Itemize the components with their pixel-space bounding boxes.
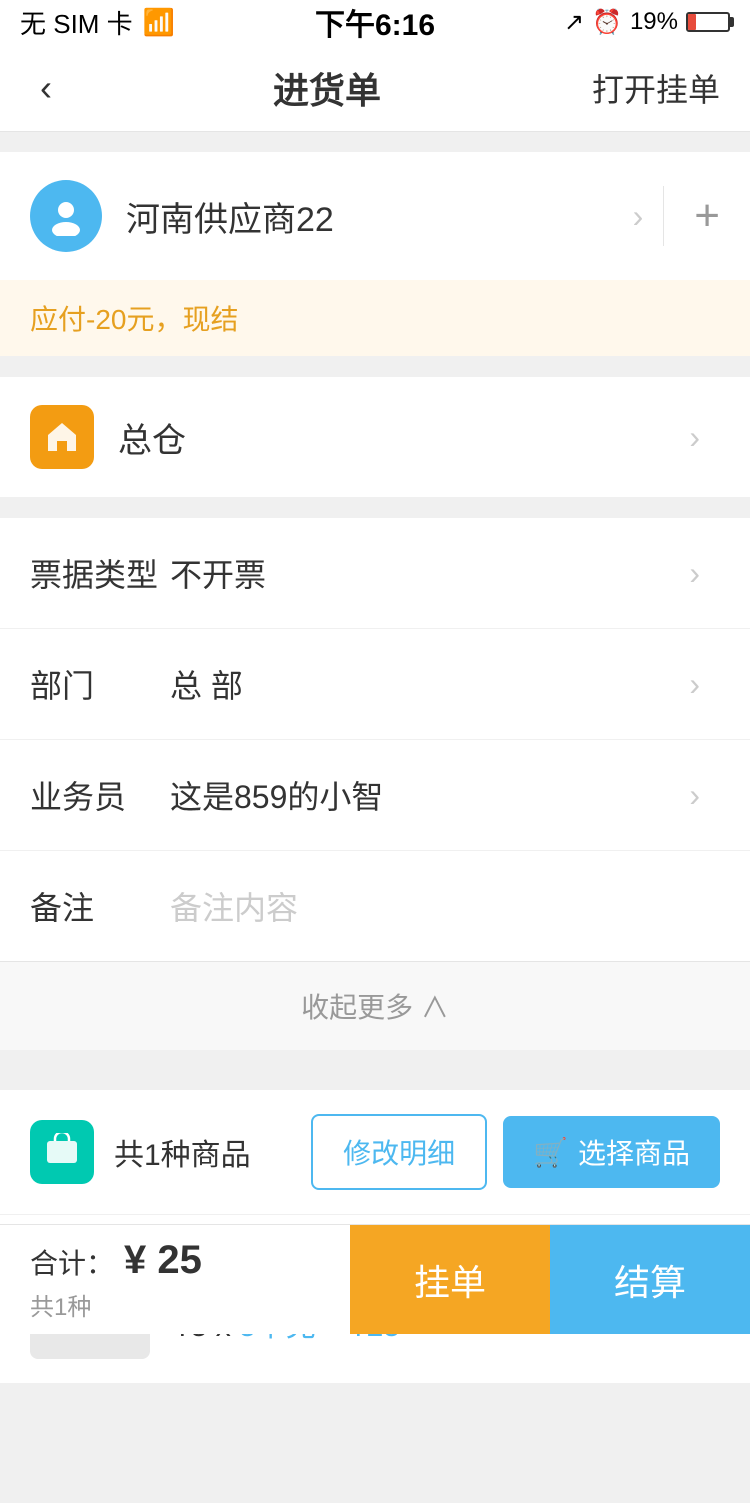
open-hold-button[interactable]: 打开挂单 [592,65,720,111]
bottom-bar: 合计： ¥ 25 共1种 挂单 结算 [0,1224,750,1334]
vertical-divider [663,186,664,246]
hold-button[interactable]: 挂单 [350,1225,550,1334]
bottom-spacer [0,1383,750,1503]
warehouse-chevron-icon: › [689,419,700,456]
supplier-avatar [30,180,102,252]
supplier-name: 河南供应商22 [126,192,633,241]
section-divider-2 [0,356,750,376]
invoice-value: 不开票 [170,550,689,596]
total-sub: 共1种 [30,1287,320,1322]
remark-label: 备注 [30,883,170,929]
total-amount: ¥ 25 [124,1238,202,1283]
remark-input[interactable]: 备注内容 [170,883,720,929]
invoice-chevron-icon: › [689,555,700,592]
sales-label: 业务员 [30,772,170,818]
status-right: ↗ ⏰ 19% [564,8,730,37]
supplier-row[interactable]: 河南供应商22 › + [0,152,750,280]
chevron-right-icon: › [633,198,644,235]
warehouse-row[interactable]: 总仓 › [0,376,750,497]
status-time: 下午6:16 [315,0,435,44]
collapse-bar[interactable]: 收起更多 ∧ [0,961,750,1050]
warehouse-icon [30,405,94,469]
dept-label: 部门 [30,661,170,707]
battery-icon [686,12,730,32]
status-bar: 无 SIM 卡 📶 下午6:16 ↗ ⏰ 19% [0,0,750,44]
invoice-type-row[interactable]: 票据类型 不开票 › [0,517,750,628]
product-icon [30,1120,94,1184]
status-carrier: 无 SIM 卡 📶 [20,4,175,41]
product-count: 共1种商品 [114,1130,311,1174]
page-title: 进货单 [273,62,381,114]
product-header: 共1种商品 修改明细 🛒 选择商品 [0,1070,750,1214]
sales-chevron-icon: › [689,777,700,814]
add-supplier-button[interactable]: + [694,191,720,241]
select-product-button[interactable]: 🛒 选择商品 [503,1116,720,1188]
checkout-button[interactable]: 结算 [550,1225,750,1334]
payment-notice: 应付-20元，现结 [0,280,750,356]
total-section: 合计： ¥ 25 共1种 [0,1225,350,1334]
edit-detail-button[interactable]: 修改明细 [311,1114,487,1190]
invoice-label: 票据类型 [30,550,170,596]
total-label: 合计： ¥ 25 [30,1238,320,1283]
dept-chevron-icon: › [689,666,700,703]
dept-value: 总 部 [170,661,689,707]
back-button[interactable]: ‹ [30,57,62,119]
sales-row[interactable]: 业务员 这是859的小智 › [0,739,750,850]
nav-bar: ‹ 进货单 打开挂单 [0,44,750,132]
section-divider-3 [0,497,750,517]
sales-value: 这是859的小智 [170,772,689,818]
cart-icon: 🛒 [533,1136,568,1169]
section-divider-1 [0,132,750,152]
warehouse-name: 总仓 [118,413,689,462]
section-divider-4 [0,1050,750,1070]
dept-row[interactable]: 部门 总 部 › [0,628,750,739]
remark-row[interactable]: 备注 备注内容 [0,850,750,961]
